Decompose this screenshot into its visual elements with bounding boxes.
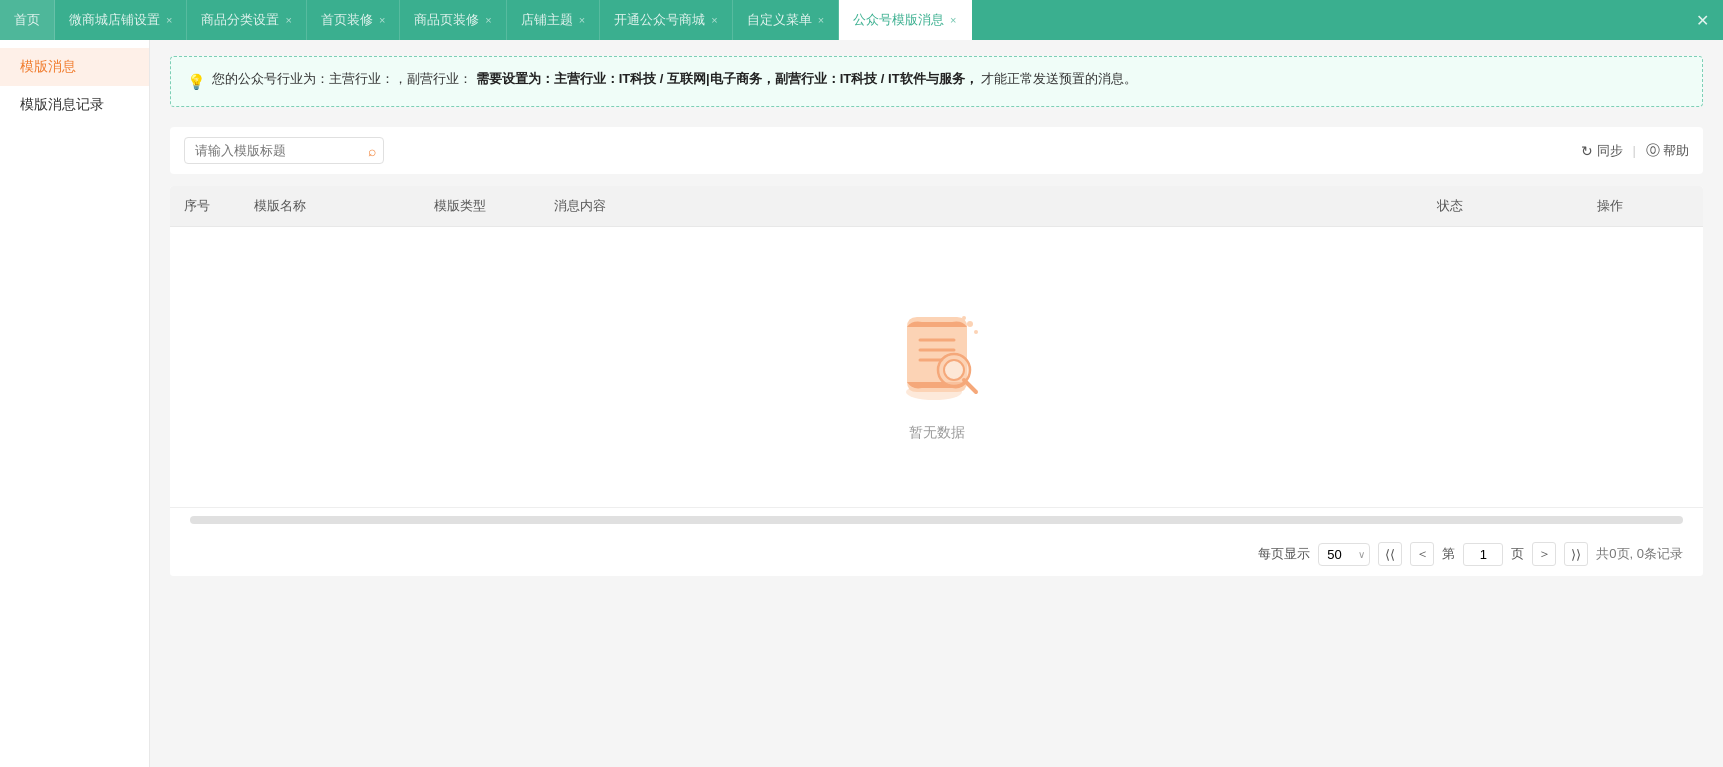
page-label: 第 <box>1442 545 1455 563</box>
nav-tab-template-msg[interactable]: 公众号模版消息× <box>839 0 971 40</box>
main-layout: 模版消息模版消息记录 💡 您的公众号行业为：主营行业：，副营行业： 需要设置为：… <box>0 40 1723 767</box>
search-icon[interactable]: ⌕ <box>368 143 376 159</box>
svg-point-9 <box>962 316 966 320</box>
search-actions: ↻ 同步 | ⓪ 帮助 <box>1581 142 1689 160</box>
search-bar: ⌕ ↻ 同步 | ⓪ 帮助 <box>170 127 1703 174</box>
table-header-状态: 状态 <box>1423 186 1583 226</box>
nav-tab-category-setting[interactable]: 商品分类设置× <box>187 0 306 40</box>
pagination-bar: 每页显示 50 20 100 ⟨⟨ ＜ 第 页 ＞ ⟩⟩ 共0页, 0条记录 <box>170 532 1703 576</box>
search-left: ⌕ <box>184 137 384 164</box>
svg-point-7 <box>967 321 973 327</box>
sidebar-item-template-record[interactable]: 模版消息记录 <box>0 86 149 124</box>
divider: | <box>1633 143 1636 158</box>
page-size-label: 每页显示 <box>1258 545 1310 563</box>
nav-tab-close-category-setting[interactable]: × <box>285 14 291 26</box>
next-page-button[interactable]: ＞ <box>1532 542 1556 566</box>
table-header-模版类型: 模版类型 <box>420 186 540 226</box>
nav-tab-close-open-mall[interactable]: × <box>711 14 717 26</box>
table-header-消息内容: 消息内容 <box>540 186 1423 226</box>
svg-point-8 <box>974 330 978 334</box>
nav-tab-close-home-decor[interactable]: × <box>379 14 385 26</box>
svg-point-5 <box>944 360 964 380</box>
help-button[interactable]: ⓪ 帮助 <box>1646 142 1689 160</box>
nav-tab-home[interactable]: 首页 <box>0 0 55 40</box>
empty-illustration <box>882 302 992 412</box>
nav-tab-close-template-msg[interactable]: × <box>950 14 956 26</box>
page-suffix: 页 <box>1511 545 1524 563</box>
notice-text: 您的公众号行业为：主营行业：，副营行业： 需要设置为：主营行业：IT科技 / 互… <box>212 69 1137 90</box>
page-size-select[interactable]: 50 20 100 <box>1318 543 1370 566</box>
sync-button[interactable]: ↻ 同步 <box>1581 142 1623 160</box>
nav-tab-open-mall[interactable]: 开通公众号商城× <box>600 0 732 40</box>
sync-icon: ↻ <box>1581 143 1593 159</box>
nav-tab-shop-setting[interactable]: 微商城店铺设置× <box>55 0 187 40</box>
search-input[interactable] <box>184 137 384 164</box>
table-header-模版名称: 模版名称 <box>240 186 420 226</box>
page-input[interactable] <box>1463 543 1503 566</box>
nav-tab-product-decor[interactable]: 商品页装修× <box>400 0 506 40</box>
nav-tab-shop-theme[interactable]: 店铺主题× <box>507 0 600 40</box>
prev-page-button[interactable]: ＜ <box>1410 542 1434 566</box>
help-icon: ⓪ <box>1646 142 1660 160</box>
first-page-button[interactable]: ⟨⟨ <box>1378 542 1402 566</box>
table-body: 暂无数据 <box>170 227 1703 507</box>
empty-state: 暂无数据 <box>882 302 992 442</box>
nav-tab-close-custom-menu[interactable]: × <box>818 14 824 26</box>
nav-tab-close-shop-setting[interactable]: × <box>166 14 172 26</box>
empty-text: 暂无数据 <box>909 424 965 442</box>
table-header-操作: 操作 <box>1583 186 1703 226</box>
table-header: 序号模版名称模版类型消息内容状态操作 <box>170 186 1703 227</box>
notice-box: 💡 您的公众号行业为：主营行业：，副营行业： 需要设置为：主营行业：IT科技 /… <box>170 56 1703 107</box>
sidebar: 模版消息模版消息记录 <box>0 40 150 767</box>
last-page-button[interactable]: ⟩⟩ <box>1564 542 1588 566</box>
nav-tab-custom-menu[interactable]: 自定义菜单× <box>733 0 839 40</box>
content-area: 💡 您的公众号行业为：主营行业：，副营行业： 需要设置为：主营行业：IT科技 /… <box>150 40 1723 767</box>
sidebar-item-template-message[interactable]: 模版消息 <box>0 48 149 86</box>
search-input-wrap: ⌕ <box>184 137 384 164</box>
scrollbar-area <box>170 507 1703 532</box>
top-navigation: 首页微商城店铺设置×商品分类设置×首页装修×商品页装修×店铺主题×开通公众号商城… <box>0 0 1723 40</box>
table-wrap: 序号模版名称模版类型消息内容状态操作 <box>170 186 1703 576</box>
scrollbar[interactable] <box>190 516 1683 524</box>
table-header-序号: 序号 <box>170 186 240 226</box>
close-all-button[interactable]: ✕ <box>1682 0 1723 40</box>
total-info: 共0页, 0条记录 <box>1596 545 1683 563</box>
nav-tab-close-shop-theme[interactable]: × <box>579 14 585 26</box>
nav-tab-close-product-decor[interactable]: × <box>485 14 491 26</box>
nav-tab-home-decor[interactable]: 首页装修× <box>307 0 400 40</box>
notice-icon: 💡 <box>187 70 206 94</box>
page-size-select-wrap: 50 20 100 <box>1318 543 1370 566</box>
